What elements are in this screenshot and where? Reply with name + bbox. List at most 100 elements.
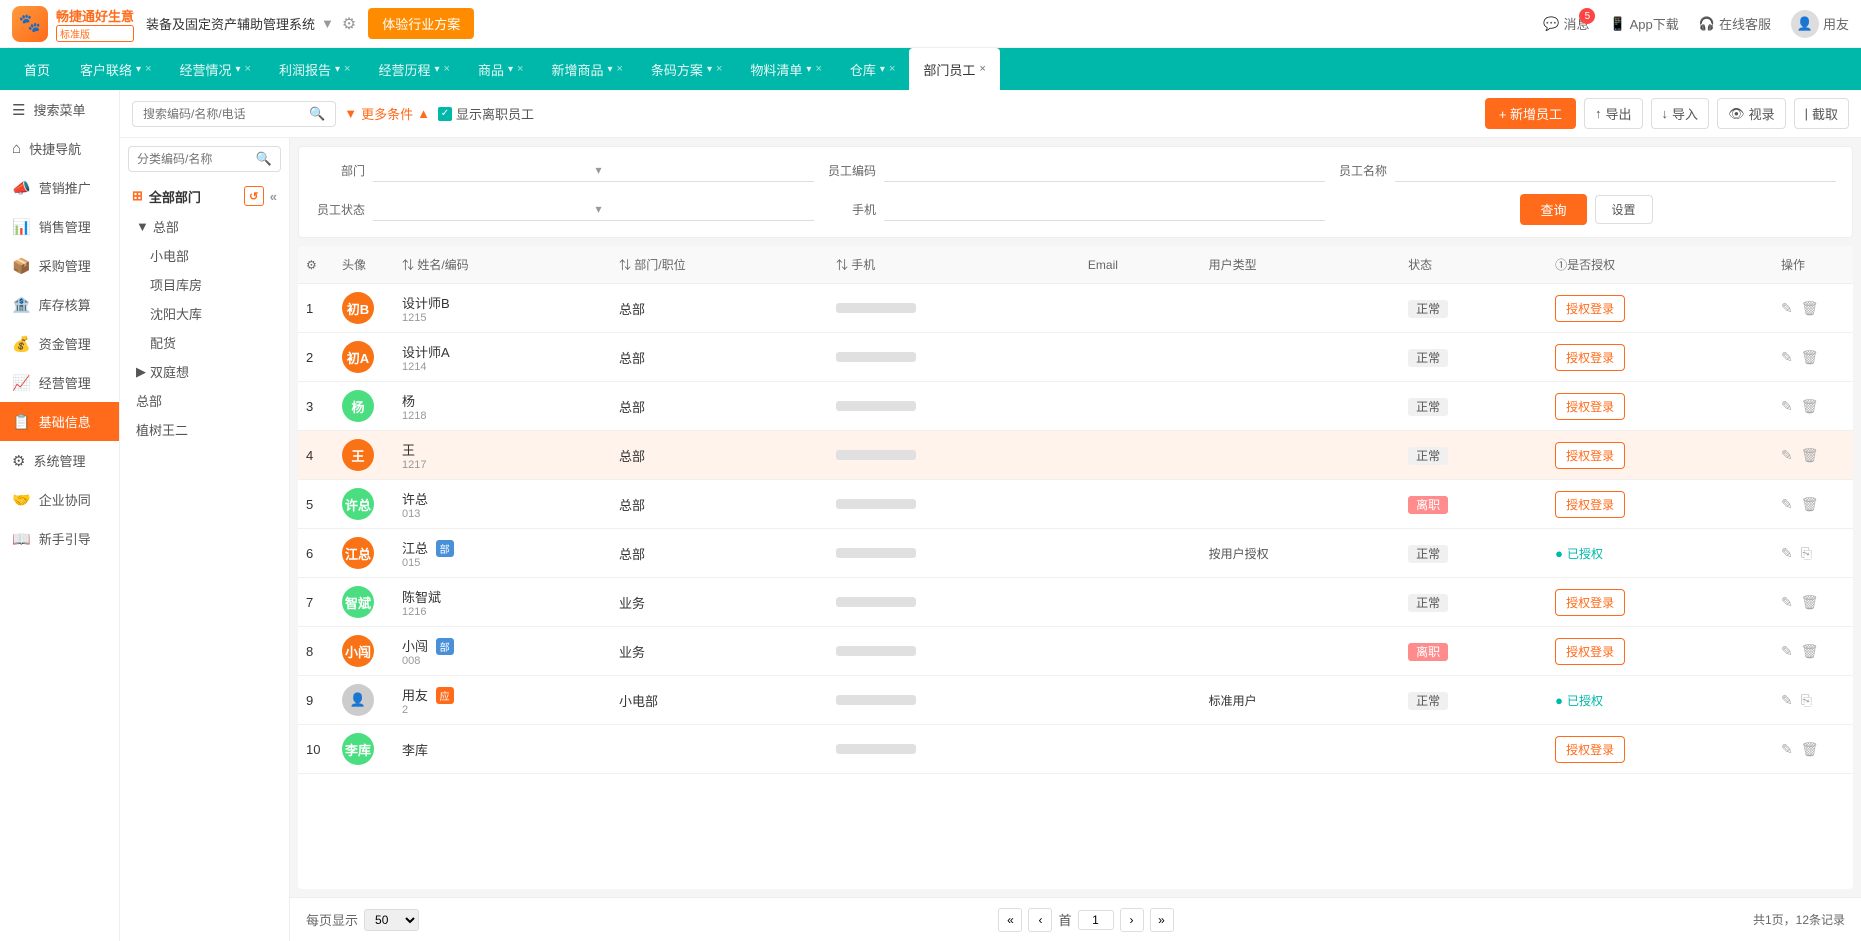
tab-close[interactable]: × bbox=[517, 63, 523, 75]
view-button[interactable]: 👁 视录 bbox=[1717, 98, 1786, 129]
prev-page-button[interactable]: ‹ bbox=[1028, 908, 1052, 932]
tab-close[interactable]: × bbox=[616, 63, 622, 75]
sidebar-item-collab[interactable]: 🤝 企业协同 bbox=[0, 480, 119, 519]
sidebar-item-sales[interactable]: 📊 销售管理 bbox=[0, 207, 119, 246]
add-employee-button[interactable]: + 新增员工 bbox=[1485, 98, 1576, 129]
tab-close[interactable]: × bbox=[145, 63, 151, 75]
delete-icon[interactable]: 🗑 bbox=[1801, 447, 1819, 464]
tab-close[interactable]: × bbox=[444, 63, 450, 75]
col-name-code[interactable]: ⇅ 姓名/编码 bbox=[394, 246, 611, 284]
sidebar-item-basic-info[interactable]: 📋 基础信息 bbox=[0, 402, 119, 441]
sidebar-item-quick-nav[interactable]: ⌂ 快捷导航 bbox=[0, 129, 119, 168]
dept-refresh-button[interactable]: ↺ bbox=[244, 186, 264, 206]
phone-input[interactable] bbox=[884, 198, 1325, 221]
sidebar-item-management[interactable]: 📈 经营管理 bbox=[0, 363, 119, 402]
delete-icon[interactable]: 🗑 bbox=[1801, 398, 1819, 415]
edit-icon[interactable]: ✎ bbox=[1781, 692, 1793, 709]
col-phone[interactable]: ⇅ 手机 bbox=[828, 246, 1080, 284]
show-resigned-toggle[interactable]: ✓ 显示离职员工 bbox=[438, 104, 534, 123]
edit-icon[interactable]: ✎ bbox=[1781, 447, 1793, 464]
tab-dept-staff[interactable]: 部门员工× bbox=[909, 48, 999, 90]
export-button[interactable]: ↑ 导出 bbox=[1584, 98, 1643, 129]
more-filter-btn[interactable]: ▼ 更多条件 ▲ bbox=[344, 104, 430, 123]
copy-icon[interactable]: ⎘ bbox=[1801, 692, 1812, 709]
tab-customer[interactable]: 客户联络▾× bbox=[66, 48, 165, 90]
search-input[interactable] bbox=[143, 107, 303, 121]
auth-button[interactable]: 授权登录 bbox=[1555, 442, 1625, 469]
tab-home[interactable]: 首页 bbox=[8, 54, 66, 85]
auth-button[interactable]: 授权登录 bbox=[1555, 491, 1625, 518]
query-button[interactable]: 查询 bbox=[1520, 194, 1586, 225]
emp-name-input[interactable] bbox=[1395, 159, 1836, 182]
sidebar-item-guide[interactable]: 📖 新手引导 bbox=[0, 519, 119, 558]
import-button[interactable]: ↓ 导入 bbox=[1651, 98, 1710, 129]
emp-status-select[interactable]: ▾ bbox=[373, 198, 814, 221]
settings-button[interactable]: ⚙ bbox=[342, 14, 356, 34]
dept-node-zhishu[interactable]: 植树王二 bbox=[132, 415, 281, 444]
sidebar-item-system[interactable]: ⚙ 系统管理 bbox=[0, 441, 119, 480]
sidebar-item-purchase[interactable]: 📦 采购管理 bbox=[0, 246, 119, 285]
resigned-checkbox[interactable]: ✓ bbox=[438, 107, 452, 121]
dept-node-shuangtingxiang[interactable]: ▶ 双庭想 bbox=[132, 357, 281, 386]
edit-icon[interactable]: ✎ bbox=[1781, 349, 1793, 366]
auth-button[interactable]: 授权登录 bbox=[1555, 736, 1625, 763]
message-button[interactable]: 💬 消息 5 bbox=[1543, 14, 1589, 33]
tab-goods[interactable]: 商品▾× bbox=[464, 48, 537, 90]
tab-history[interactable]: 经营历程▾× bbox=[364, 48, 463, 90]
sidebar-item-search[interactable]: ☰ 搜索菜单 bbox=[0, 90, 119, 129]
dropdown-icon[interactable]: ▼ bbox=[321, 16, 334, 31]
auth-button[interactable]: 授权登录 bbox=[1555, 344, 1625, 371]
sidebar-item-finance[interactable]: 💰 资金管理 bbox=[0, 324, 119, 363]
tab-close[interactable]: × bbox=[245, 63, 251, 75]
per-page-select[interactable]: 50 100 200 bbox=[364, 909, 419, 931]
tab-close[interactable]: × bbox=[344, 63, 350, 75]
tab-bom[interactable]: 物料清单▾× bbox=[736, 48, 835, 90]
dept-node-shenyang[interactable]: 沈阳大库 bbox=[146, 299, 281, 328]
dept-collapse-button[interactable]: « bbox=[270, 189, 277, 204]
tab-add-goods[interactable]: 新增商品▾× bbox=[537, 48, 636, 90]
edit-icon[interactable]: ✎ bbox=[1781, 741, 1793, 758]
user-menu[interactable]: 👤 用友 bbox=[1791, 10, 1849, 38]
delete-icon[interactable]: 🗑 bbox=[1801, 349, 1819, 366]
delete-icon[interactable]: 🗑 bbox=[1801, 496, 1819, 513]
page-input[interactable] bbox=[1078, 910, 1114, 930]
tab-close[interactable]: × bbox=[815, 63, 821, 75]
dept-search-icon[interactable]: 🔍 bbox=[256, 151, 272, 167]
col-settings[interactable]: ⚙ bbox=[298, 246, 334, 284]
dept-node-head[interactable]: ▼ 总部 bbox=[132, 212, 281, 241]
tab-warehouse[interactable]: 仓库▾× bbox=[836, 48, 909, 90]
copy-icon[interactable]: ⎘ bbox=[1801, 545, 1812, 562]
dept-node-small-elec[interactable]: 小电部 bbox=[146, 241, 281, 270]
delete-icon[interactable]: 🗑 bbox=[1801, 300, 1819, 317]
delete-icon[interactable]: 🗑 bbox=[1801, 643, 1819, 660]
trial-button[interactable]: 体验行业方案 bbox=[368, 8, 474, 39]
auth-button[interactable]: 授权登录 bbox=[1555, 295, 1625, 322]
col-dept-pos[interactable]: ⇅ 部门/职位 bbox=[611, 246, 828, 284]
dept-node-distribution[interactable]: 配货 bbox=[146, 328, 281, 357]
tab-close[interactable]: × bbox=[889, 63, 895, 75]
auth-button[interactable]: 授权登录 bbox=[1555, 638, 1625, 665]
edit-icon[interactable]: ✎ bbox=[1781, 594, 1793, 611]
next-page-button[interactable]: › bbox=[1120, 908, 1144, 932]
edit-icon[interactable]: ✎ bbox=[1781, 496, 1793, 513]
sidebar-item-inventory[interactable]: 🏦 库存核算 bbox=[0, 285, 119, 324]
emp-code-input[interactable] bbox=[884, 159, 1325, 182]
tab-close[interactable]: × bbox=[979, 63, 985, 75]
reset-button[interactable]: 设置 bbox=[1595, 195, 1653, 224]
tab-barcode[interactable]: 条码方案▾× bbox=[637, 48, 736, 90]
delete-icon[interactable]: 🗑 bbox=[1801, 594, 1819, 611]
dept-node-project[interactable]: 项目库房 bbox=[146, 270, 281, 299]
app-download-button[interactable]: 📱 App下载 bbox=[1609, 14, 1678, 33]
dept-node-headquarter[interactable]: 总部 bbox=[132, 386, 281, 415]
tab-operation[interactable]: 经营情况▾× bbox=[166, 48, 265, 90]
dept-select[interactable]: ▾ bbox=[373, 159, 814, 182]
first-page-button[interactable]: « bbox=[998, 908, 1022, 932]
tab-close[interactable]: × bbox=[716, 63, 722, 75]
edit-icon[interactable]: ✎ bbox=[1781, 398, 1793, 415]
delete-icon[interactable]: 🗑 bbox=[1801, 741, 1819, 758]
last-page-button[interactable]: » bbox=[1150, 908, 1174, 932]
edit-icon[interactable]: ✎ bbox=[1781, 643, 1793, 660]
edit-icon[interactable]: ✎ bbox=[1781, 545, 1793, 562]
auth-button[interactable]: 授权登录 bbox=[1555, 393, 1625, 420]
dept-search-input[interactable] bbox=[137, 152, 256, 166]
